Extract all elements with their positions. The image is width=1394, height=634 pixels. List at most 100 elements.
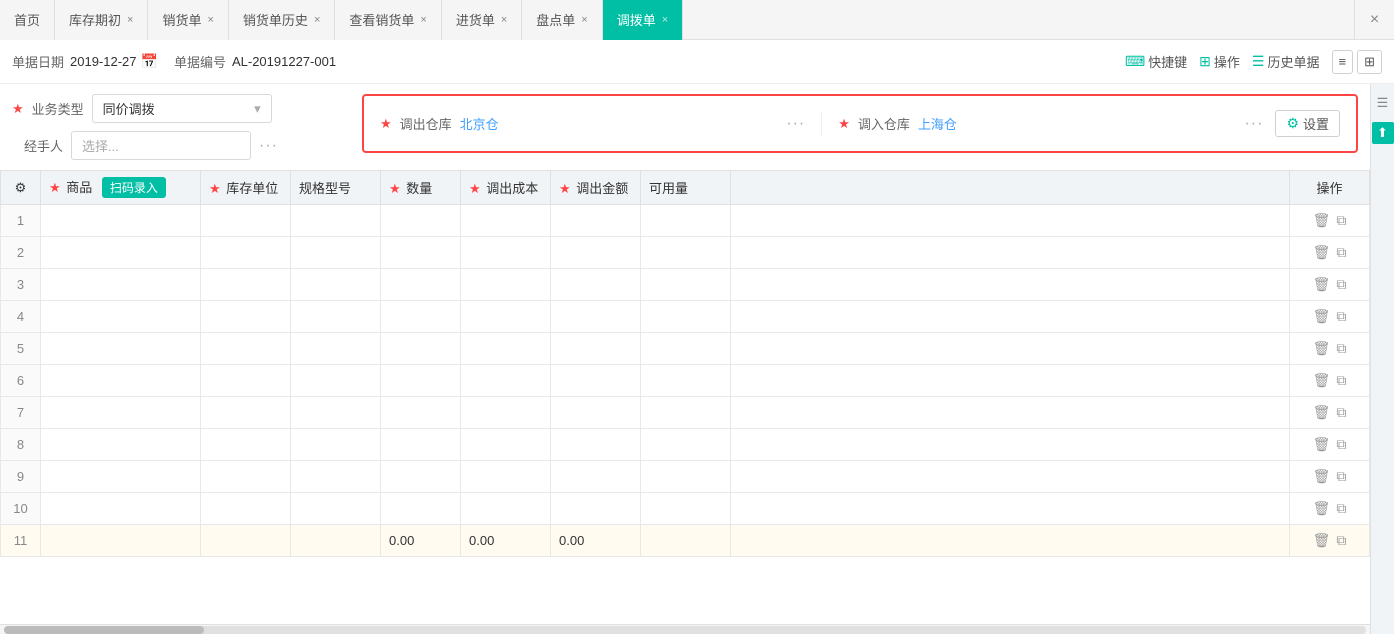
operations-action[interactable]: ⊞ 操作 <box>1199 52 1240 71</box>
cell-amount[interactable] <box>551 301 641 333</box>
tab-stocktake[interactable]: 盘点单 × <box>522 0 602 40</box>
tab-transfer[interactable]: 调拨单 × <box>603 0 683 40</box>
tab-close-inventory-init[interactable]: × <box>127 14 133 26</box>
cell-product[interactable] <box>41 493 201 525</box>
delete-icon[interactable]: 🗑 <box>1313 532 1331 549</box>
cell-qty[interactable] <box>381 205 461 237</box>
calendar-icon[interactable]: 📅 <box>141 53 158 70</box>
copy-icon[interactable]: ⧉ <box>1336 404 1346 421</box>
cell-cost[interactable] <box>461 237 551 269</box>
cell-available[interactable] <box>641 365 731 397</box>
delete-icon[interactable]: 🗑 <box>1313 340 1331 357</box>
cell-unit[interactable] <box>201 461 291 493</box>
cell-cost[interactable] <box>461 493 551 525</box>
delete-icon[interactable]: 🗑 <box>1313 404 1331 421</box>
copy-icon[interactable]: ⧉ <box>1336 212 1346 229</box>
cell-cost[interactable] <box>461 269 551 301</box>
cell-unit[interactable] <box>201 429 291 461</box>
cell-product[interactable] <box>41 429 201 461</box>
cell-product[interactable] <box>41 205 201 237</box>
cell-qty[interactable] <box>381 365 461 397</box>
cell-spec[interactable] <box>291 429 381 461</box>
cell-spec[interactable] <box>291 301 381 333</box>
warehouse-out-more-icon[interactable]: ··· <box>786 115 805 133</box>
cell-qty[interactable] <box>381 301 461 333</box>
cell-amount[interactable] <box>551 365 641 397</box>
cell-product[interactable] <box>41 461 201 493</box>
shortcuts-action[interactable]: ⌨ 快捷键 <box>1125 52 1187 71</box>
copy-icon[interactable]: ⧉ <box>1336 500 1346 517</box>
copy-icon[interactable]: ⧉ <box>1336 532 1346 549</box>
copy-icon[interactable]: ⧉ <box>1336 276 1346 293</box>
cell-qty[interactable] <box>381 461 461 493</box>
scan-button[interactable]: 扫码录入 <box>102 177 166 198</box>
cell-product[interactable] <box>41 301 201 333</box>
cell-qty[interactable] <box>381 237 461 269</box>
tab-sales-history[interactable]: 销货单历史 × <box>229 0 335 40</box>
cell-qty[interactable] <box>381 333 461 365</box>
tab-purchase[interactable]: 进货单 × <box>442 0 522 40</box>
cell-spec[interactable] <box>291 333 381 365</box>
cell-available[interactable] <box>641 301 731 333</box>
cell-spec[interactable] <box>291 269 381 301</box>
cell-amount[interactable] <box>551 269 641 301</box>
biz-type-select[interactable]: 同价调拨 ▾ <box>92 94 272 123</box>
tab-close-stocktake[interactable]: × <box>581 14 587 26</box>
cell-unit[interactable] <box>201 237 291 269</box>
cell-product[interactable] <box>41 397 201 429</box>
cell-unit[interactable] <box>201 397 291 429</box>
cell-spec[interactable] <box>291 365 381 397</box>
cell-qty[interactable] <box>381 397 461 429</box>
scrollbar-track[interactable] <box>4 626 1366 634</box>
cell-spec[interactable] <box>291 397 381 429</box>
cell-unit[interactable] <box>201 333 291 365</box>
cell-product[interactable] <box>41 333 201 365</box>
sidebar-list-icon[interactable]: ☰ <box>1372 92 1394 114</box>
cell-cost[interactable] <box>461 301 551 333</box>
cell-cost[interactable] <box>461 205 551 237</box>
cell-amount[interactable] <box>551 205 641 237</box>
delete-icon[interactable]: 🗑 <box>1313 308 1331 325</box>
copy-icon[interactable]: ⧉ <box>1336 308 1346 325</box>
handler-select[interactable]: 选择... <box>71 131 251 160</box>
delete-icon[interactable]: 🗑 <box>1313 212 1331 229</box>
cell-cost[interactable] <box>461 333 551 365</box>
settings-button[interactable]: ⚙ 设置 <box>1275 110 1340 137</box>
copy-icon[interactable]: ⧉ <box>1336 244 1346 261</box>
scrollbar-area[interactable] <box>0 624 1370 634</box>
tab-close-view-sales[interactable]: × <box>420 14 426 26</box>
cell-available[interactable] <box>641 493 731 525</box>
copy-icon[interactable]: ⧉ <box>1336 340 1346 357</box>
cell-qty[interactable] <box>381 269 461 301</box>
cell-product[interactable] <box>41 237 201 269</box>
cell-product[interactable] <box>41 269 201 301</box>
cell-spec[interactable] <box>291 461 381 493</box>
delete-icon[interactable]: 🗑 <box>1313 244 1331 261</box>
tab-close-transfer[interactable]: × <box>662 14 668 26</box>
warehouse-in-more-icon[interactable]: ··· <box>1244 115 1263 133</box>
copy-icon[interactable]: ⧉ <box>1336 372 1346 389</box>
tab-sales[interactable]: 销货单 × <box>148 0 228 40</box>
cell-available[interactable] <box>641 333 731 365</box>
cell-cost[interactable] <box>461 461 551 493</box>
cell-spec[interactable] <box>291 205 381 237</box>
cell-amount[interactable] <box>551 429 641 461</box>
history-action[interactable]: ☰ 历史单据 <box>1252 52 1320 71</box>
cell-available[interactable] <box>641 397 731 429</box>
cell-unit[interactable] <box>201 301 291 333</box>
cell-qty[interactable] <box>381 429 461 461</box>
cell-amount[interactable] <box>551 397 641 429</box>
cell-spec[interactable] <box>291 237 381 269</box>
copy-icon[interactable]: ⧉ <box>1336 436 1346 453</box>
tab-close-sales-history[interactable]: × <box>314 14 320 26</box>
delete-icon[interactable]: 🗑 <box>1313 468 1331 485</box>
cell-amount[interactable] <box>551 461 641 493</box>
cell-cost[interactable] <box>461 429 551 461</box>
cell-unit[interactable] <box>201 205 291 237</box>
cell-amount[interactable] <box>551 237 641 269</box>
cell-amount[interactable] <box>551 333 641 365</box>
tab-inventory-init[interactable]: 库存期初 × <box>55 0 148 40</box>
delete-icon[interactable]: 🗑 <box>1313 500 1331 517</box>
delete-icon[interactable]: 🗑 <box>1313 436 1331 453</box>
delete-icon[interactable]: 🗑 <box>1313 372 1331 389</box>
